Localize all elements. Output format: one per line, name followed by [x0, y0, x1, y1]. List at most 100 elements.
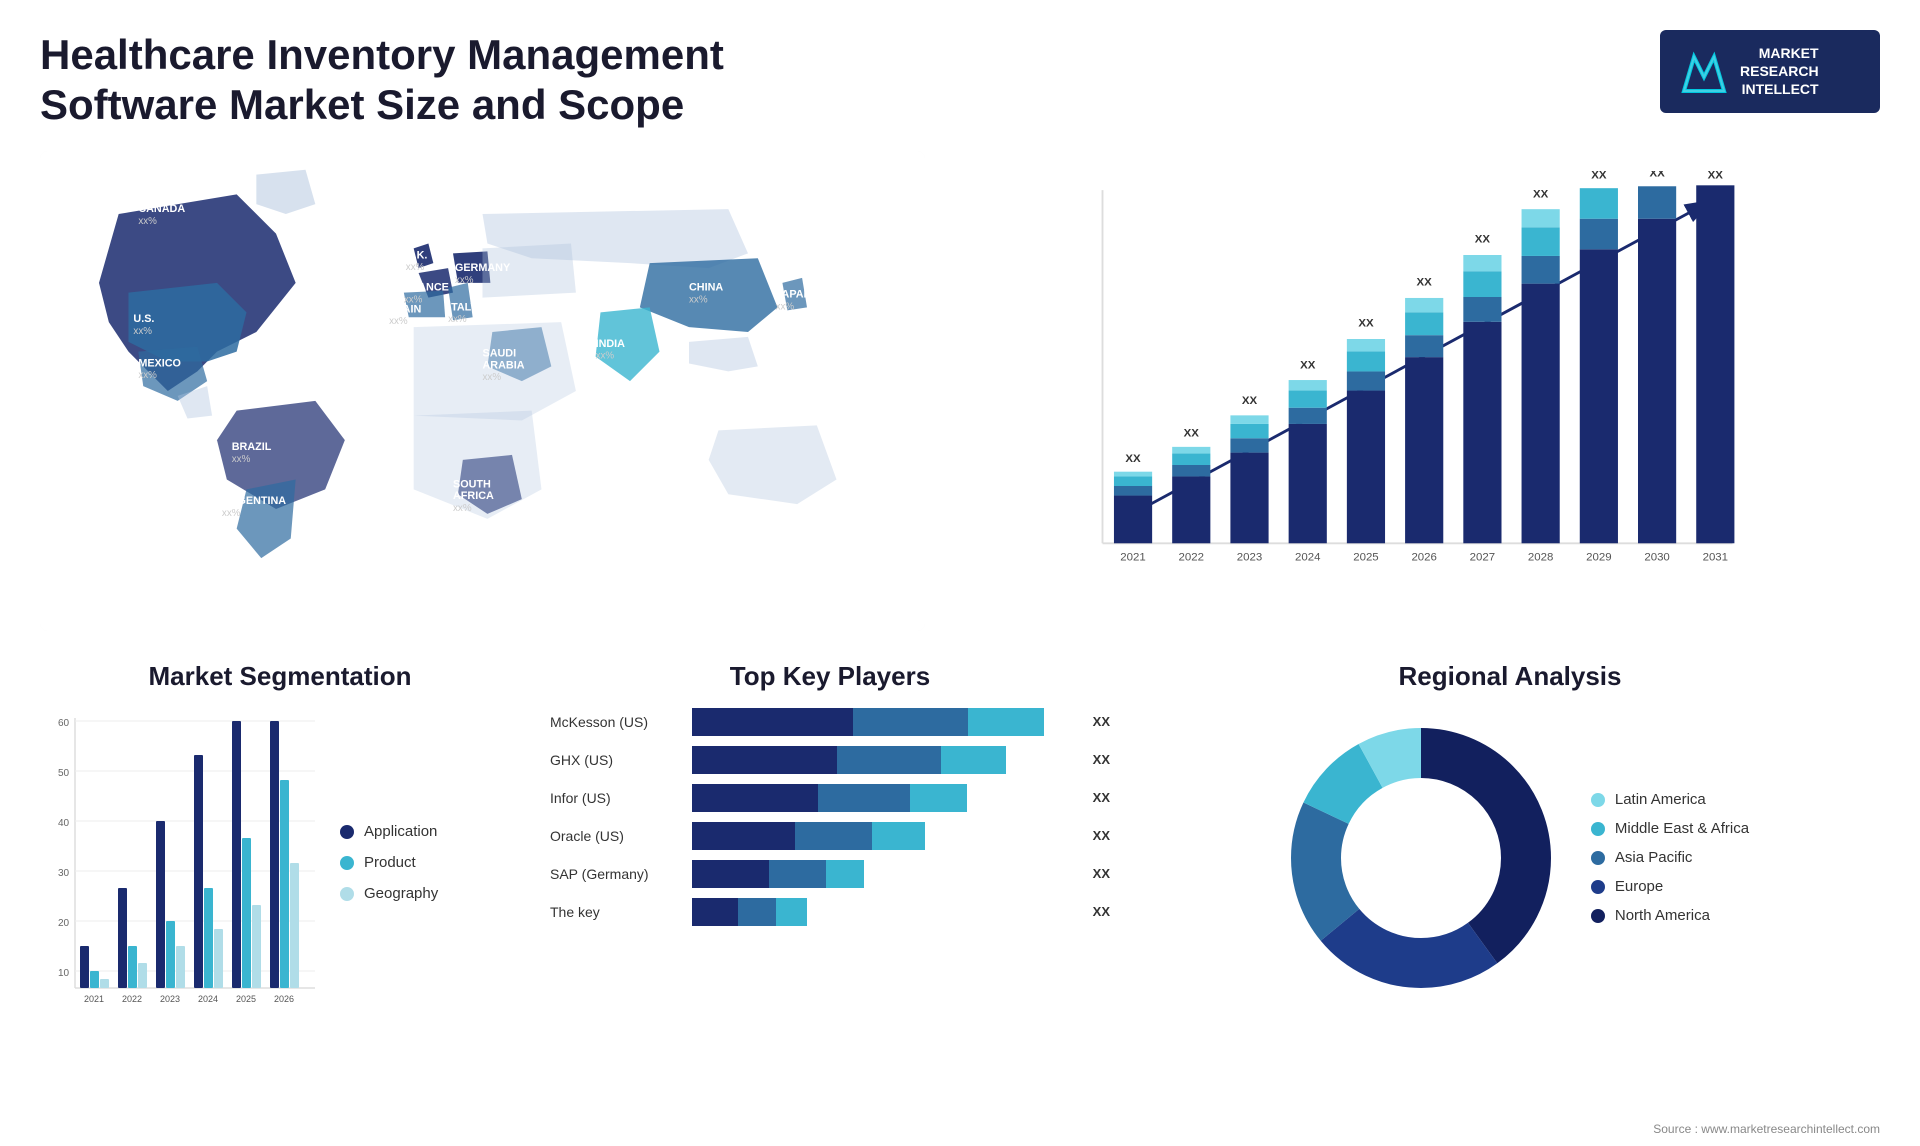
- player-bar-infor: [692, 784, 1075, 812]
- bar-seg3: [872, 822, 926, 850]
- legend-latin-america: Latin America: [1591, 791, 1749, 808]
- header: Healthcare Inventory Management Software…: [40, 30, 1880, 131]
- player-name-sap: SAP (Germany): [550, 866, 680, 882]
- svg-text:xx%: xx%: [689, 294, 708, 305]
- legend-label-europe: Europe: [1615, 878, 1663, 895]
- svg-text:2025: 2025: [1353, 551, 1378, 563]
- player-row-infor: Infor (US) XX: [550, 784, 1110, 812]
- player-row-mckesson: McKesson (US) XX: [550, 708, 1110, 736]
- bottom-section: Market Segmentation 60 50 40 30 20 10: [40, 661, 1880, 1081]
- svg-text:BRAZIL: BRAZIL: [232, 441, 272, 453]
- top-section: CANADA xx% U.S. xx% MEXICO xx% BRAZIL xx…: [40, 151, 1880, 631]
- key-players-panel: Top Key Players McKesson (US) XX GHX (US…: [550, 661, 1110, 1081]
- svg-text:INDIA: INDIA: [596, 338, 626, 350]
- svg-text:2030: 2030: [1644, 551, 1669, 563]
- legend-label-application: Application: [364, 823, 437, 840]
- regional-legend: Latin America Middle East & Africa Asia …: [1591, 791, 1749, 924]
- svg-text:U.K.: U.K.: [406, 249, 428, 261]
- player-value-infor: XX: [1093, 790, 1110, 805]
- player-value-mckesson: XX: [1093, 714, 1110, 729]
- svg-text:10: 10: [58, 968, 70, 979]
- svg-text:2024: 2024: [1295, 551, 1321, 563]
- seg-chart-area: 60 50 40 30 20 10: [40, 708, 520, 1018]
- player-name-thekey: The key: [550, 904, 680, 920]
- svg-text:XX: XX: [1649, 171, 1665, 180]
- player-row-thekey: The key XX: [550, 898, 1110, 926]
- svg-text:2023: 2023: [160, 994, 180, 1004]
- player-name-mckesson: McKesson (US): [550, 714, 680, 730]
- svg-text:XX: XX: [1417, 276, 1433, 288]
- bar-seg2: [769, 860, 826, 888]
- svg-text:XX: XX: [1242, 395, 1258, 407]
- regional-wrapper: Latin America Middle East & Africa Asia …: [1140, 708, 1880, 1008]
- legend-dot-middle-east-africa: [1591, 822, 1605, 836]
- svg-text:2029: 2029: [1586, 551, 1611, 563]
- legend-europe: Europe: [1591, 878, 1749, 895]
- legend-product: Product: [340, 854, 438, 871]
- bar-seg2: [738, 898, 776, 926]
- svg-text:ARGENTINA: ARGENTINA: [222, 495, 286, 507]
- svg-text:2031: 2031: [1703, 551, 1728, 563]
- page-container: Healthcare Inventory Management Software…: [0, 0, 1920, 1146]
- svg-text:XX: XX: [1708, 171, 1724, 182]
- svg-text:2021: 2021: [1120, 551, 1145, 563]
- svg-text:GERMANY: GERMANY: [455, 262, 511, 274]
- legend-asia-pacific: Asia Pacific: [1591, 849, 1749, 866]
- svg-text:xx%: xx%: [448, 314, 467, 325]
- logo-icon: [1680, 47, 1728, 95]
- legend-dot-application: [340, 825, 354, 839]
- svg-text:2025: 2025: [236, 994, 256, 1004]
- legend-north-america: North America: [1591, 907, 1749, 924]
- bar-seg3: [968, 708, 1045, 736]
- svg-text:xx%: xx%: [483, 372, 502, 383]
- bar-seg3: [776, 898, 807, 926]
- page-title: Healthcare Inventory Management Software…: [40, 30, 740, 131]
- legend-label-asia-pacific: Asia Pacific: [1615, 849, 1693, 866]
- bar-seg2: [795, 822, 872, 850]
- legend-label-geography: Geography: [364, 885, 438, 902]
- svg-text:xx%: xx%: [406, 262, 425, 273]
- svg-text:2022: 2022: [122, 994, 142, 1004]
- player-value-oracle: XX: [1093, 828, 1110, 843]
- svg-text:2026: 2026: [1411, 551, 1436, 563]
- svg-text:30: 30: [58, 868, 70, 879]
- svg-text:2026: 2026: [274, 994, 294, 1004]
- logo-text: MARKET RESEARCH INTELLECT: [1740, 44, 1819, 99]
- key-players-title: Top Key Players: [550, 661, 1110, 692]
- svg-text:XX: XX: [1300, 359, 1316, 371]
- growth-chart: XX 2021 XX 2022 XX 2023: [955, 151, 1880, 631]
- player-value-sap: XX: [1093, 866, 1110, 881]
- bar-seg1: [692, 746, 837, 774]
- segmentation-title: Market Segmentation: [40, 661, 520, 692]
- svg-text:ITALY: ITALY: [448, 301, 478, 313]
- svg-text:xx%: xx%: [138, 370, 157, 381]
- legend-label-north-america: North America: [1615, 907, 1710, 924]
- source-text: Source : www.marketresearchintellect.com: [1653, 1122, 1880, 1136]
- legend-geography: Geography: [340, 885, 438, 902]
- regional-panel: Regional Analysis: [1140, 661, 1880, 1081]
- bar-seg1: [692, 898, 738, 926]
- svg-text:CHINA: CHINA: [689, 281, 723, 293]
- player-bar-thekey: [692, 898, 1075, 926]
- legend-dot-latin-america: [1591, 793, 1605, 807]
- player-row-oracle: Oracle (US) XX: [550, 822, 1110, 850]
- svg-text:SPAIN: SPAIN: [389, 303, 421, 315]
- svg-text:2024: 2024: [198, 994, 218, 1004]
- svg-text:XX: XX: [1591, 171, 1607, 182]
- svg-text:JAPAN: JAPAN: [776, 288, 812, 300]
- svg-text:U.S.: U.S.: [133, 313, 154, 325]
- legend-middle-east-africa: Middle East & Africa: [1591, 820, 1749, 837]
- svg-text:XX: XX: [1533, 189, 1549, 201]
- player-value-ghx: XX: [1093, 752, 1110, 767]
- logo: MARKET RESEARCH INTELLECT: [1660, 30, 1880, 113]
- svg-text:SOUTH: SOUTH: [453, 478, 491, 490]
- world-map: CANADA xx% U.S. xx% MEXICO xx% BRAZIL xx…: [40, 151, 925, 631]
- svg-text:60: 60: [58, 718, 70, 729]
- svg-text:xx%: xx%: [222, 508, 241, 519]
- svg-text:XX: XX: [1125, 453, 1141, 465]
- segmentation-legend: Application Product Geography: [340, 823, 438, 902]
- svg-text:2023: 2023: [1237, 551, 1262, 563]
- svg-text:XX: XX: [1184, 427, 1200, 439]
- bar-seg1: [692, 708, 853, 736]
- legend-dot-geography: [340, 887, 354, 901]
